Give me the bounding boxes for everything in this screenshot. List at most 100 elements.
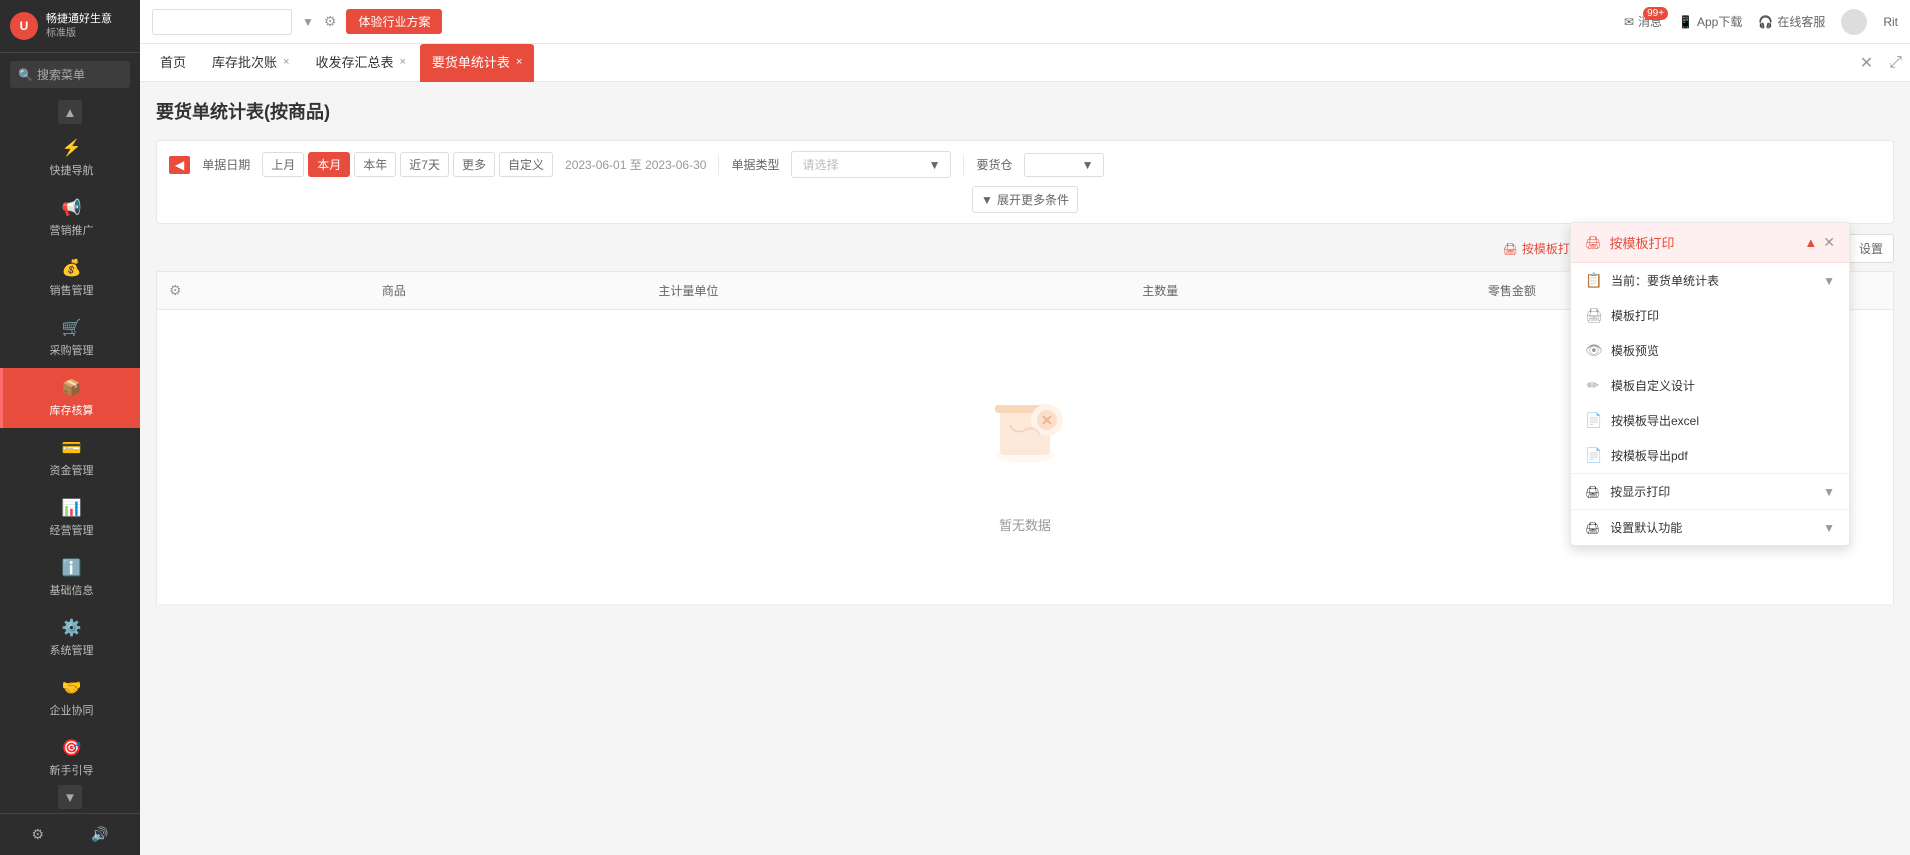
print-dropdown-title: 按模板打印	[1610, 233, 1675, 252]
tab-close-income-summary[interactable]: ×	[399, 56, 405, 68]
expand-filter-button[interactable]: ▼ 展开更多条件	[972, 186, 1078, 213]
current-template-left: 📋 当前：要货单统计表	[1585, 272, 1719, 289]
sidebar: U 畅捷通好生意 标准版 🔍 搜索菜单 ▲ ⚡快捷导航📢营销推广💰销售管理🛒采购…	[0, 0, 140, 855]
tab-inventory-batch[interactable]: 库存批次账 ×	[200, 44, 301, 82]
topbar-search-input[interactable]	[152, 9, 292, 35]
current-template-icon: 📋	[1585, 272, 1601, 289]
settings-bottom-button[interactable]: ⚙	[28, 822, 49, 847]
date-filter-btn-近7天[interactable]: 近7天	[400, 152, 449, 177]
tab-close-order-stats[interactable]: ×	[516, 56, 522, 68]
current-template-chevron-icon: ▼	[1823, 274, 1835, 288]
print-dropdown: 🖨 按模板打印 ▲ ✕ 📋 当前：要货单统计表 ▼	[1570, 222, 1850, 546]
sidebar-item-operation[interactable]: 📊经营管理	[0, 488, 140, 548]
logo-icon: U	[10, 12, 38, 40]
tabs-bar: 首页库存批次账×收发存汇总表×要货单统计表× ✕ ⤢	[140, 44, 1910, 82]
goods-select[interactable]: ▼	[1024, 153, 1104, 177]
dropdown-item-template-custom[interactable]: ✏ 模板自定义设计	[1571, 368, 1849, 403]
date-filter-btn-本年[interactable]: 本年	[354, 152, 396, 177]
tab-home[interactable]: 首页	[148, 44, 198, 82]
template-custom-label: 模板自定义设计	[1611, 377, 1695, 394]
tab-order-stats[interactable]: 要货单统计表×	[420, 44, 534, 82]
sidebar-bottom: ⚙ 🔊	[0, 813, 140, 855]
empty-illustration	[975, 380, 1075, 480]
sidebar-search-area: 🔍 搜索菜单	[0, 53, 140, 96]
filter-collapse-icon[interactable]: ◀	[169, 156, 190, 174]
dropdown-item-template-pdf[interactable]: 📄按模板导出pdf	[1571, 438, 1849, 473]
sidebar-item-inventory[interactable]: 📦库存核算	[0, 368, 140, 428]
sidebar-item-label-collab: 企业协同	[50, 702, 94, 718]
sidebar-item-marketing[interactable]: 📢营销推广	[0, 188, 140, 248]
template-print-icon: 🖨	[1585, 307, 1601, 324]
messages-button[interactable]: ✉ 消息 99+	[1624, 13, 1662, 30]
display-print-label: 按显示打印	[1610, 483, 1670, 500]
message-icon: ✉	[1624, 15, 1634, 29]
sound-bottom-button[interactable]: 🔊	[87, 822, 112, 847]
tab-income-summary[interactable]: 收发存汇总表 ×	[303, 44, 417, 82]
scroll-up-button[interactable]: ▲	[58, 100, 82, 124]
sidebar-navigation: ⚡快捷导航📢营销推广💰销售管理🛒采购管理📦库存核算💳资金管理📊经营管理ℹ️基础信…	[0, 128, 140, 781]
template-excel-label: 按模板导出excel	[1611, 412, 1699, 429]
sidebar-item-quick-nav[interactable]: ⚡快捷导航	[0, 128, 140, 188]
search-icon: 🔍	[18, 68, 33, 82]
template-excel-icon: 📄	[1585, 412, 1601, 429]
trial-button[interactable]: 体验行业方案	[346, 9, 442, 34]
sidebar-item-label-inventory: 库存核算	[50, 402, 94, 418]
sidebar-item-guide[interactable]: 🎯新手引导	[0, 728, 140, 781]
username-label: Rit	[1883, 15, 1898, 29]
user-avatar	[1841, 9, 1867, 35]
tabs-controls: ✕ ⤢	[1852, 49, 1910, 77]
tab-label-income-summary: 收发存汇总表	[315, 52, 393, 71]
print-dropdown-close-button[interactable]: ✕	[1823, 234, 1835, 251]
filter-expand-row: ▼ 展开更多条件	[169, 186, 1881, 213]
sidebar-item-basic[interactable]: ℹ️基础信息	[0, 548, 140, 608]
maximize-tab-button[interactable]: ⤢	[1881, 50, 1910, 76]
app-icon: 📱	[1678, 15, 1693, 29]
dropdown-section-default-func[interactable]: 🖨 设置默认功能 ▼	[1571, 509, 1849, 545]
col-settings: ⚙	[157, 272, 370, 310]
print-dropdown-header-right: ▲ ✕	[1804, 234, 1835, 251]
date-filter-btn-上月[interactable]: 上月	[262, 152, 304, 177]
scroll-down-button[interactable]: ▼	[58, 785, 82, 809]
quick-nav-icon: ⚡	[62, 138, 82, 158]
filter-row-1: ◀ 单据日期 上月本月本年近7天更多自定义 2023-06-01 至 2023-…	[169, 151, 1881, 178]
sidebar-item-finance[interactable]: 💳资金管理	[0, 428, 140, 488]
col-quantity: 主数量	[1130, 272, 1476, 310]
sidebar-item-sales[interactable]: 💰销售管理	[0, 248, 140, 308]
date-filter-btn-更多[interactable]: 更多	[453, 152, 495, 177]
purchase-icon: 🛒	[62, 318, 82, 338]
template-preview-icon: 👁	[1585, 342, 1601, 359]
close-tab-button[interactable]: ✕	[1852, 49, 1881, 77]
type-select-placeholder: 请选择	[802, 156, 922, 173]
dropdown-section-display-print[interactable]: 🖨 按显示打印 ▼	[1571, 473, 1849, 509]
section-left-default-func: 🖨 设置默认功能	[1585, 519, 1682, 536]
print-icon: 🖨	[1503, 242, 1518, 256]
tab-label-inventory-batch: 库存批次账	[212, 52, 277, 71]
sidebar-item-label-sales: 销售管理	[50, 282, 94, 298]
topbar-chevron-icon[interactable]: ▼	[302, 15, 314, 29]
section-left-display-print: 🖨 按显示打印	[1585, 483, 1670, 500]
dropdown-item-template-excel[interactable]: 📄 按模板导出excel	[1571, 403, 1849, 438]
dropdown-item-template-print[interactable]: 🖨模板打印	[1571, 298, 1849, 333]
type-select[interactable]: 请选择 ▼	[791, 151, 951, 178]
dropdown-item-template-preview[interactable]: 👁模板预览	[1571, 333, 1849, 368]
sidebar-item-purchase[interactable]: 🛒采购管理	[0, 308, 140, 368]
sidebar-item-system[interactable]: ⚙️ 系统管理	[0, 608, 140, 668]
settings-button[interactable]: 设置	[1848, 234, 1894, 263]
date-filter-btn-本月[interactable]: 本月	[308, 152, 350, 177]
tab-close-inventory-batch[interactable]: ×	[283, 56, 289, 68]
system-icon: ⚙️	[62, 618, 82, 638]
page-title: 要货单统计表(按商品)	[156, 98, 1894, 124]
template-custom-icon: ✏	[1585, 377, 1601, 394]
online-service-button[interactable]: 🎧 在线客服	[1758, 13, 1825, 30]
table-settings-icon[interactable]: ⚙	[169, 282, 182, 298]
search-menu-button[interactable]: 🔍 搜索菜单	[10, 61, 130, 88]
current-template-item[interactable]: 📋 当前：要货单统计表 ▼	[1571, 263, 1849, 298]
sidebar-item-collab[interactable]: 🤝企业协同	[0, 668, 140, 728]
topbar-gear-icon[interactable]: ⚙	[324, 13, 337, 30]
tab-label-home: 首页	[160, 52, 186, 71]
date-filter-btn-自定义[interactable]: 自定义	[499, 152, 553, 177]
logo-text: 畅捷通好生意 标准版	[46, 12, 112, 39]
topbar-right: ✉ 消息 99+ 📱 App下载 🎧 在线客服 Rit	[1624, 9, 1898, 35]
app-download-button[interactable]: 📱 App下载	[1678, 13, 1742, 30]
sidebar-item-label-system: 系统管理	[50, 642, 94, 658]
